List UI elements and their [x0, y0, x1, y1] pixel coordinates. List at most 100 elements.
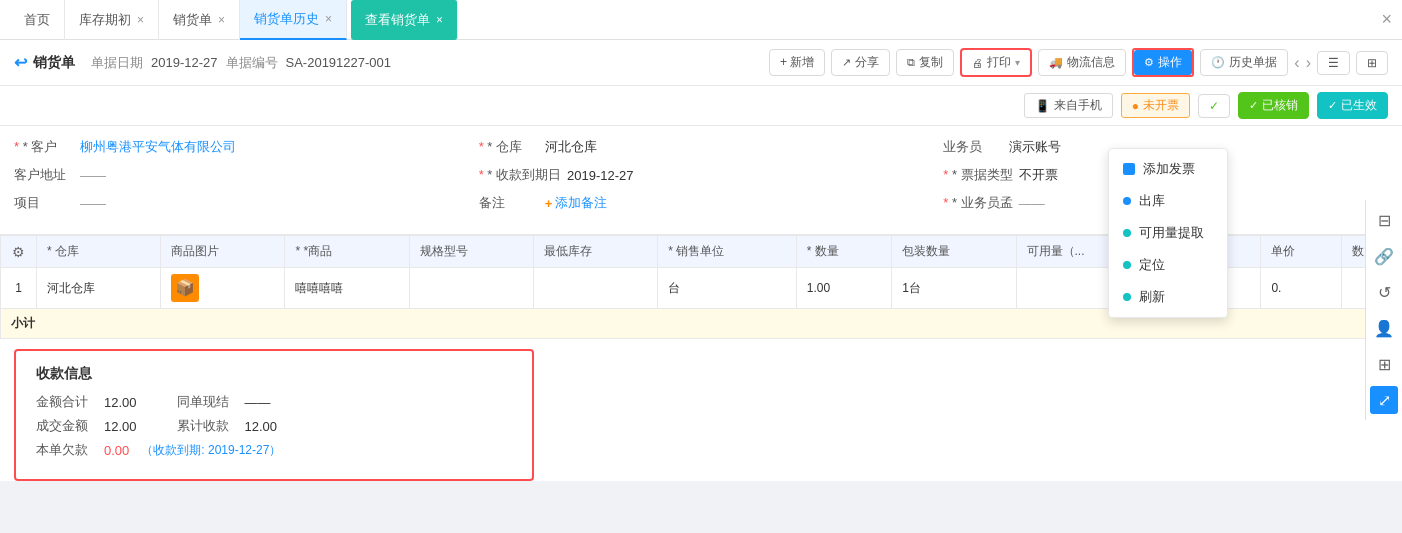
project-field: 项目 ——	[14, 194, 459, 212]
sold-button[interactable]: ✓ 已核销	[1238, 92, 1309, 119]
grid-view-button[interactable]: ⊞	[1356, 51, 1388, 75]
collection-row-1: 金额合计 12.00 同单现结 ——	[36, 393, 512, 411]
from-phone-button[interactable]: 📱 来自手机	[1024, 93, 1113, 118]
same-order-value: ——	[245, 395, 271, 410]
salesperson2-label: * 业务员孟	[943, 194, 1012, 212]
form-title-text: 销货单	[33, 54, 75, 72]
deal-amount-value: 12.00	[104, 419, 137, 434]
copy-button[interactable]: ⧉ 复制	[896, 49, 954, 76]
payment-date-value: 2019-12-27	[567, 168, 634, 183]
check-button[interactable]: ✓	[1198, 94, 1230, 118]
row-product: 嘻嘻嘻嘻	[285, 268, 409, 309]
sidebar-icon-4[interactable]: 👤	[1370, 314, 1398, 342]
tab-view-sales-close[interactable]: ×	[436, 13, 443, 27]
tab-sales-history-label: 销货单历史	[254, 10, 319, 28]
row-warehouse: 河北仓库	[37, 268, 161, 309]
tab-home[interactable]: 首页	[10, 0, 65, 40]
prev-button[interactable]: ‹	[1294, 54, 1299, 72]
note-field: 备注 + 添加备注	[479, 194, 924, 212]
order-value: SA-20191227-001	[286, 55, 392, 70]
refresh-icon	[1123, 293, 1131, 301]
ticket-type-label: * 票据类型	[943, 166, 1012, 184]
row-image: 📦	[161, 268, 285, 309]
logistics-button[interactable]: 🚚 物流信息	[1038, 49, 1126, 76]
total-amount-item: 金额合计 12.00	[36, 393, 137, 411]
operations-highlight: ⚙ 操作	[1132, 48, 1194, 77]
operations-button[interactable]: ⚙ 操作	[1134, 50, 1192, 75]
tab-sales-order[interactable]: 销货单 ×	[159, 0, 240, 40]
salesperson-value: 演示账号	[1009, 138, 1061, 156]
total-amount-value: 12.00	[104, 395, 137, 410]
ops-add-invoice[interactable]: 添加发票	[1109, 153, 1227, 185]
history-button[interactable]: 🕐 历史单据	[1200, 49, 1288, 76]
sidebar-icon-3[interactable]: ↺	[1370, 278, 1398, 306]
customer-value[interactable]: 柳州粤港平安气体有限公司	[80, 138, 236, 156]
accumulated-payment-value: 12.00	[245, 419, 278, 434]
customer-addr-label: 客户地址	[14, 166, 74, 184]
accumulated-payment-item: 累计收款 12.00	[177, 417, 278, 435]
effective-button[interactable]: ✓ 已生效	[1317, 92, 1388, 119]
sidebar-icon-1[interactable]: ⊟	[1370, 206, 1398, 234]
date-value: 2019-12-27	[151, 55, 218, 70]
sidebar-icon-expand[interactable]: ⤢	[1370, 386, 1398, 414]
row-spec	[409, 268, 533, 309]
toolbar2: 📱 来自手机 ● 未开票 ✓ ✓ 已核销 ✓ 已生效	[0, 86, 1402, 126]
add-note-button[interactable]: + 添加备注	[545, 194, 608, 212]
customer-field: * 客户 柳州粤港平安气体有限公司	[14, 138, 459, 156]
outbound-icon	[1123, 197, 1131, 205]
add-invoice-icon	[1123, 163, 1135, 175]
operations-dropdown: 添加发票 出库 可用量提取 定位	[1108, 148, 1228, 318]
right-sidebar: ⊟ 🔗 ↺ 👤 ⊞ ⤢	[1365, 200, 1402, 420]
row-min-stock	[533, 268, 657, 309]
ops-qty-extract[interactable]: 可用量提取	[1109, 217, 1227, 249]
tab-sales-order-close[interactable]: ×	[218, 13, 225, 27]
col-image: 商品图片	[161, 236, 285, 268]
print-button[interactable]: 🖨 打印 ▾	[960, 48, 1032, 77]
gear-icon[interactable]: ⚙	[12, 244, 25, 260]
tab-sales-history[interactable]: 销货单历史 ×	[240, 0, 347, 40]
tab-view-sales[interactable]: 查看销货单 ×	[351, 0, 458, 40]
balance-value: 0.00	[104, 443, 129, 458]
tab-sales-order-label: 销货单	[173, 11, 212, 29]
tab-inventory-init[interactable]: 库存期初 ×	[65, 0, 159, 40]
row-index: 1	[1, 268, 37, 309]
col-spec: 规格型号	[409, 236, 533, 268]
tab-inventory-init-close[interactable]: ×	[137, 13, 144, 27]
project-value: ——	[80, 196, 106, 211]
row-unit-price: 0.	[1261, 268, 1342, 309]
list-view-button[interactable]: ☰	[1317, 51, 1350, 75]
warehouse-field: * 仓库 河北仓库	[479, 138, 924, 156]
sidebar-icon-2[interactable]: 🔗	[1370, 242, 1398, 270]
new-button[interactable]: + 新增	[769, 49, 825, 76]
ops-locate[interactable]: 定位	[1109, 249, 1227, 281]
ticket-icon: ●	[1132, 99, 1139, 113]
collection-info: 收款信息 金额合计 12.00 同单现结 —— 成交金额 12.00 累计收款	[14, 349, 534, 481]
customer-label: * 客户	[14, 138, 74, 156]
col-config[interactable]: ⚙	[1, 236, 37, 268]
share-button[interactable]: ↗ 分享	[831, 49, 890, 76]
check-icon: ✓	[1209, 99, 1219, 113]
form-title: ↩ 销货单	[14, 53, 75, 72]
form-header-left: ↩ 销货单 单据日期 2019-12-27 单据编号 SA-20191227-0…	[14, 53, 391, 72]
salesperson2-value: ——	[1019, 196, 1045, 211]
ops-refresh[interactable]: 刷新	[1109, 281, 1227, 313]
next-button[interactable]: ›	[1306, 54, 1311, 72]
form-header: ↩ 销货单 单据日期 2019-12-27 单据编号 SA-20191227-0…	[0, 40, 1402, 86]
ops-outbound[interactable]: 出库	[1109, 185, 1227, 217]
same-order-item: 同单现结 ——	[177, 393, 271, 411]
not-open-button[interactable]: ● 未开票	[1121, 93, 1190, 118]
salesperson-label: 业务员	[943, 138, 1003, 156]
global-close-button[interactable]: ×	[1381, 9, 1392, 30]
row-sales-unit: 台	[658, 268, 797, 309]
col-unit-price: 单价	[1261, 236, 1342, 268]
tab-bar: 首页 库存期初 × 销货单 × 销货单历史 × 查看销货单 × ×	[0, 0, 1402, 40]
col-package-qty: 包装数量	[892, 236, 1016, 268]
form-title-icon: ↩	[14, 53, 27, 72]
sidebar-icon-5[interactable]: ⊞	[1370, 350, 1398, 378]
deal-amount-item: 成交金额 12.00	[36, 417, 137, 435]
payment-date-label: * 收款到期日	[479, 166, 561, 184]
tab-sales-history-close[interactable]: ×	[325, 12, 332, 26]
col-quantity: * 数量	[796, 236, 891, 268]
col-product: * *商品	[285, 236, 409, 268]
order-label: 单据编号	[226, 54, 278, 72]
